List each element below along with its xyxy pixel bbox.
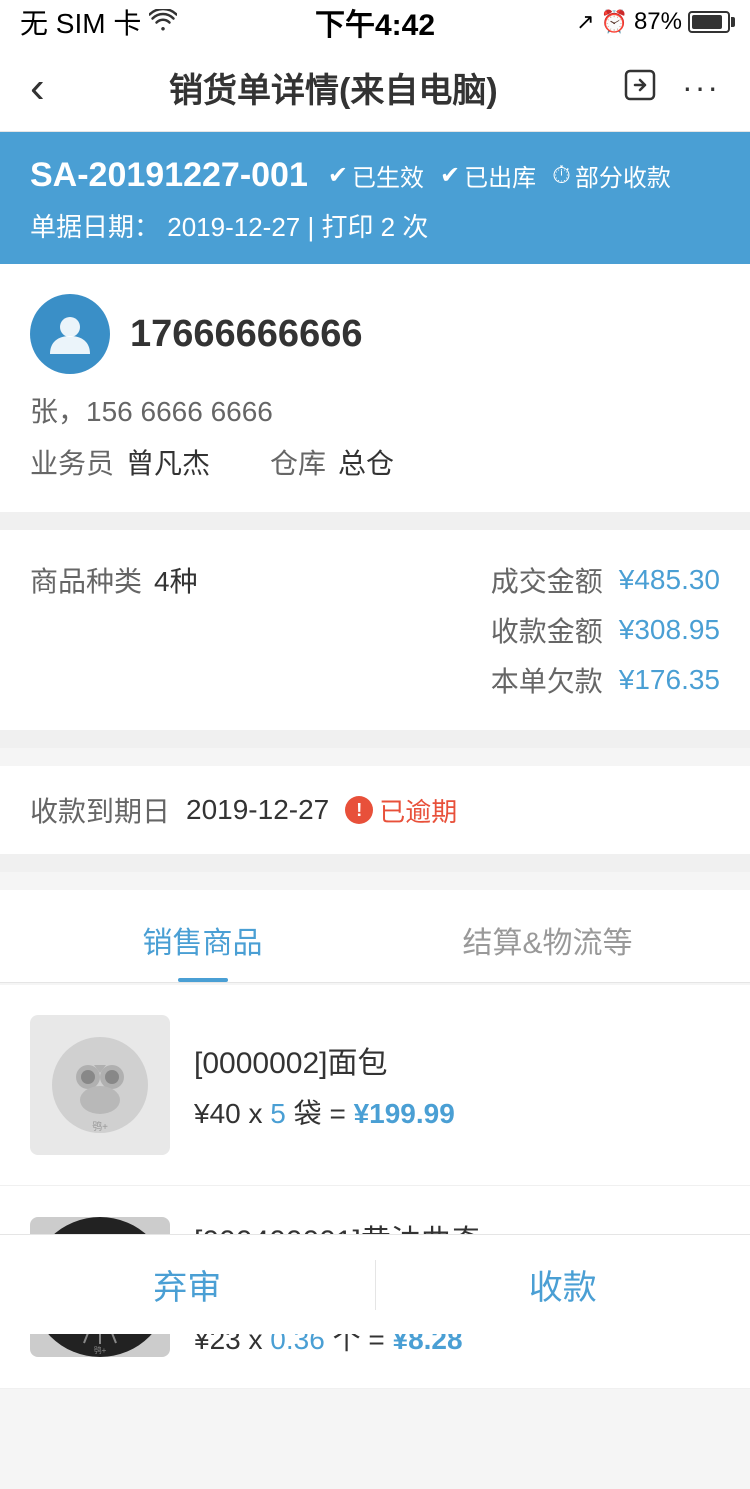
clock-icon: ⏱: [552, 162, 571, 190]
received-label: 收款金额: [491, 610, 603, 650]
svg-text:鸮+: 鸮+: [92, 1120, 108, 1133]
status-effective: ✔ 已生效: [328, 158, 424, 193]
divider-3: [0, 854, 750, 872]
carrier-text: 无 SIM 卡: [20, 2, 141, 42]
cancel-button[interactable]: 弃审: [0, 1260, 375, 1309]
print-info: | 打印 2 次: [307, 212, 428, 242]
nav-bar: ‹ 销货单详情(来自电脑) ···: [0, 44, 750, 132]
nav-actions: ···: [622, 67, 720, 108]
collect-button[interactable]: 收款: [376, 1260, 750, 1309]
debt-row: 本单欠款 ¥176.35: [491, 660, 720, 700]
type-count: 4种: [154, 560, 198, 600]
check-icon-1: ✔: [328, 161, 348, 190]
tab-settlement[interactable]: 结算&物流等: [375, 890, 720, 982]
customer-row: 17666666666: [30, 294, 720, 374]
battery-percent: 87%: [634, 8, 682, 36]
due-date: 2019-12-27: [186, 794, 329, 826]
customer-detail: 张，156 6666 6666: [30, 390, 720, 430]
status-tags: ✔ 已生效 ✔ 已出库 ⏱ 部分收款: [328, 158, 671, 193]
tabs-row: 销售商品 结算&物流等: [0, 890, 750, 982]
warehouse-label: 仓库: [270, 442, 326, 482]
transaction-value: ¥485.30: [619, 564, 720, 596]
transaction-row: 成交金额 ¥485.30: [491, 560, 720, 600]
status-bar-left: 无 SIM 卡: [20, 2, 177, 42]
qty-1: 5: [270, 1098, 286, 1129]
product-info-1: [0000002]面包 ¥40 x 5 袋 = ¥199.99: [194, 1038, 720, 1132]
order-id: SA-20191227-001: [30, 156, 308, 195]
divider-2: [0, 730, 750, 748]
stats-right: 成交金额 ¥485.30 收款金额 ¥308.95 本单欠款 ¥176.35: [491, 560, 720, 700]
debt-label: 本单欠款: [491, 660, 603, 700]
due-section: 收款到期日 2019-12-27 ! 已逾期: [0, 766, 750, 854]
type-label: 商品种类: [30, 560, 142, 600]
date-label: 单据日期：: [30, 212, 160, 242]
unit-1: 袋: [294, 1098, 322, 1129]
total-1: ¥199.99: [354, 1098, 455, 1129]
sales-label: 业务员: [30, 442, 114, 482]
status-bar-right: ↗ ⏰ 87%: [576, 8, 730, 36]
warehouse-meta: 仓库 总仓: [270, 442, 394, 482]
order-date: 2019-12-27: [167, 212, 300, 242]
bottom-bar: 弃审 收款: [0, 1234, 750, 1334]
sales-name: 曾凡杰: [126, 442, 210, 482]
share-icon[interactable]: [622, 67, 658, 108]
stats-row: 商品种类 4种 成交金额 ¥485.30 收款金额 ¥308.95 本单欠款 ¥…: [30, 560, 720, 700]
warehouse-name: 总仓: [338, 442, 394, 482]
battery-icon: [688, 11, 730, 33]
location-icon: ↗: [576, 9, 594, 35]
page-title: 销货单详情(来自电脑): [169, 63, 498, 112]
status-bar: 无 SIM 卡 下午4:42 ↗ ⏰ 87%: [0, 0, 750, 44]
received-value: ¥308.95: [619, 614, 720, 646]
due-label: 收款到期日: [30, 790, 170, 830]
status-shipped: ✔ 已出库: [440, 158, 536, 193]
price-1: ¥40: [194, 1098, 241, 1129]
status-partial: ⏱ 部分收款: [552, 158, 671, 193]
customer-meta: 业务员 曾凡杰 仓库 总仓: [30, 442, 720, 482]
order-date-row: 单据日期： 2019-12-27 | 打印 2 次: [30, 207, 720, 244]
overdue-text: 已逾期: [379, 792, 457, 829]
customer-section: 17666666666 张，156 6666 6666 业务员 曾凡杰 仓库 总…: [0, 264, 750, 512]
stats-section: 商品种类 4种 成交金额 ¥485.30 收款金额 ¥308.95 本单欠款 ¥…: [0, 530, 750, 730]
overdue-badge: ! 已逾期: [345, 792, 457, 829]
stats-left: 商品种类 4种: [30, 560, 198, 600]
avatar: [30, 294, 110, 374]
product-item: 鸮+ [0000002]面包 ¥40 x 5 袋 = ¥199.99: [0, 985, 750, 1186]
transaction-label: 成交金额: [491, 560, 603, 600]
svg-text:鸮+: 鸮+: [94, 1345, 107, 1355]
more-icon[interactable]: ···: [682, 69, 720, 106]
product-thumb-1: 鸮+: [30, 1015, 170, 1155]
sales-meta: 业务员 曾凡杰: [30, 442, 210, 482]
divider-1: [0, 512, 750, 530]
overdue-icon: !: [345, 796, 373, 824]
product-price-1: ¥40 x 5 袋 = ¥199.99: [194, 1092, 720, 1132]
status-bar-time: 下午4:42: [315, 0, 435, 44]
check-icon-2: ✔: [440, 161, 460, 190]
received-row: 收款金额 ¥308.95: [491, 610, 720, 650]
product-name-1: [0000002]面包: [194, 1038, 720, 1082]
back-button[interactable]: ‹: [30, 63, 45, 113]
tabs-section: 销售商品 结算&物流等: [0, 890, 750, 983]
customer-id: 17666666666: [130, 313, 362, 356]
alarm-icon: ⏰: [601, 9, 628, 35]
debt-value: ¥176.35: [619, 664, 720, 696]
tab-sales-products[interactable]: 销售商品: [30, 890, 375, 982]
wifi-icon: [149, 6, 177, 38]
order-banner: SA-20191227-001 ✔ 已生效 ✔ 已出库 ⏱ 部分收款 单据日期：…: [0, 132, 750, 264]
